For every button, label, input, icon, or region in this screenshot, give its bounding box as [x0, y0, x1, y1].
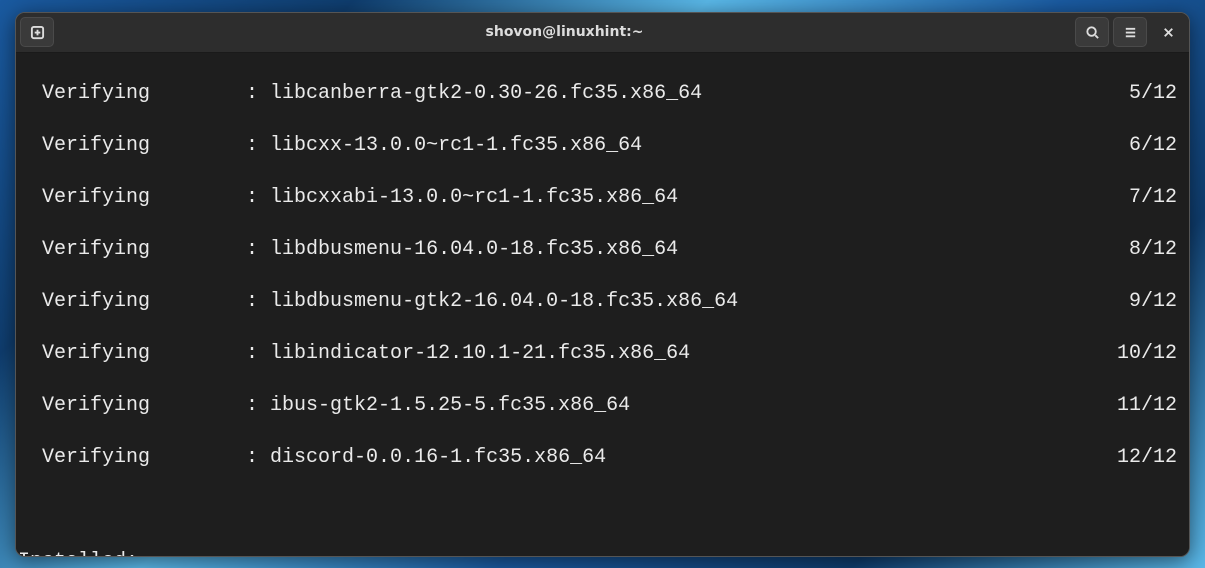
verify-count: 10/12 [1117, 341, 1187, 367]
verify-line: Verifying : ibus-gtk2-1.5.25-5.fc35.x86_… [18, 393, 630, 419]
search-button[interactable] [1075, 17, 1109, 47]
verify-count: 6/12 [1129, 133, 1187, 159]
titlebar: shovon@linuxhint:~ [16, 13, 1189, 53]
verify-count: 7/12 [1129, 185, 1187, 211]
close-button[interactable] [1151, 17, 1185, 47]
terminal-window: shovon@linuxhint:~ Verifying : libcanber… [15, 12, 1190, 557]
verify-line: Verifying : libcxx-13.0.0~rc1-1.fc35.x86… [18, 133, 642, 159]
terminal-output[interactable]: Verifying : libcanberra-gtk2-0.30-26.fc3… [16, 53, 1189, 556]
verify-line: Verifying : libdbusmenu-gtk2-16.04.0-18.… [18, 289, 738, 315]
verify-line: Verifying : libcxxabi-13.0.0~rc1-1.fc35.… [18, 185, 678, 211]
window-title: shovon@linuxhint:~ [54, 24, 1075, 40]
verify-line: Verifying : libcanberra-gtk2-0.30-26.fc3… [18, 81, 702, 107]
installed-header: Installed: [18, 549, 1187, 556]
verify-count: 9/12 [1129, 289, 1187, 315]
new-tab-button[interactable] [20, 17, 54, 47]
verify-line: Verifying : libdbusmenu-16.04.0-18.fc35.… [18, 237, 678, 263]
menu-button[interactable] [1113, 17, 1147, 47]
verify-line: Verifying : discord-0.0.16-1.fc35.x86_64 [18, 445, 606, 471]
verify-count: 5/12 [1129, 81, 1187, 107]
verify-count: 12/12 [1117, 445, 1187, 471]
verify-line: Verifying : libindicator-12.10.1-21.fc35… [18, 341, 690, 367]
verify-count: 11/12 [1117, 393, 1187, 419]
verify-count: 8/12 [1129, 237, 1187, 263]
